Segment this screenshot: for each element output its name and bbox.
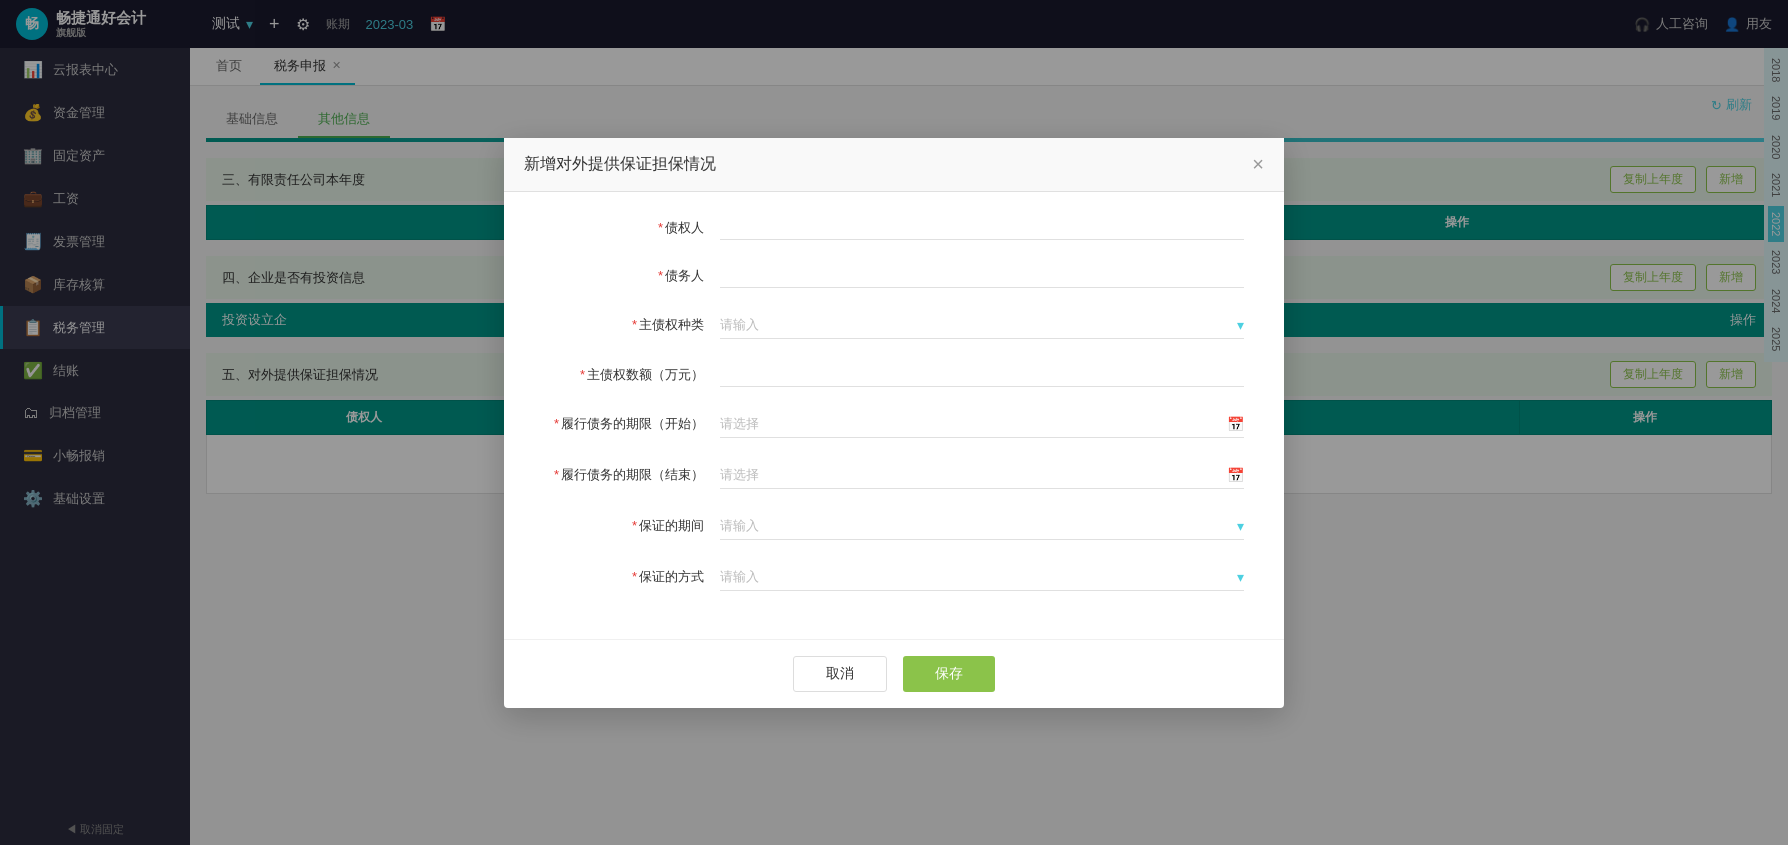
form-row-debt-amount: *主债权数额（万元） — [544, 363, 1244, 387]
creditor-label: *债权人 — [544, 219, 704, 237]
guarantee-period-label: *保证的期间 — [544, 517, 704, 535]
period-start-picker[interactable]: 请选择 📅 — [720, 411, 1244, 438]
period-start-placeholder: 请选择 — [720, 415, 759, 433]
debt-type-select[interactable]: 请输入 ▾ — [720, 312, 1244, 339]
guarantee-method-placeholder: 请输入 — [720, 568, 759, 586]
form-row-debtor: *债务人 — [544, 264, 1244, 288]
modal-overlay: 新增对外提供保证担保情况 × *债权人 *债务人 *主债权种类 — [0, 0, 1788, 845]
guarantee-method-select[interactable]: 请输入 ▾ — [720, 564, 1244, 591]
modal-title: 新增对外提供保证担保情况 — [524, 154, 716, 175]
form-row-guarantee-method: *保证的方式 请输入 ▾ — [544, 564, 1244, 591]
guarantee-period-placeholder: 请输入 — [720, 517, 759, 535]
modal-header: 新增对外提供保证担保情况 × — [504, 138, 1284, 192]
period-end-placeholder: 请选择 — [720, 466, 759, 484]
debtor-input[interactable] — [720, 264, 1244, 288]
period-end-picker[interactable]: 请选择 📅 — [720, 462, 1244, 489]
creditor-input[interactable] — [720, 216, 1244, 240]
chevron-down-icon: ▾ — [1237, 518, 1244, 534]
form-row-guarantee-period: *保证的期间 请输入 ▾ — [544, 513, 1244, 540]
period-end-label: *履行债务的期限（结束） — [544, 466, 704, 484]
chevron-down-icon: ▾ — [1237, 317, 1244, 333]
debt-amount-label: *主债权数额（万元） — [544, 366, 704, 384]
modal-close-btn[interactable]: × — [1252, 154, 1264, 174]
debt-type-placeholder: 请输入 — [720, 316, 759, 334]
guarantee-method-label: *保证的方式 — [544, 568, 704, 586]
chevron-down-icon: ▾ — [1237, 569, 1244, 585]
form-row-period-start: *履行债务的期限（开始） 请选择 📅 — [544, 411, 1244, 438]
modal-add-guarantee: 新增对外提供保证担保情况 × *债权人 *债务人 *主债权种类 — [504, 138, 1284, 708]
debtor-label: *债务人 — [544, 267, 704, 285]
form-row-debt-type: *主债权种类 请输入 ▾ — [544, 312, 1244, 339]
save-button[interactable]: 保存 — [903, 656, 995, 692]
debt-type-label: *主债权种类 — [544, 316, 704, 334]
modal-body: *债权人 *债务人 *主债权种类 请输入 ▾ — [504, 192, 1284, 639]
calendar-icon: 📅 — [1227, 467, 1244, 483]
form-row-creditor: *债权人 — [544, 216, 1244, 240]
debt-amount-input[interactable] — [720, 363, 1244, 387]
cancel-button[interactable]: 取消 — [793, 656, 887, 692]
form-row-period-end: *履行债务的期限（结束） 请选择 📅 — [544, 462, 1244, 489]
modal-footer: 取消 保存 — [504, 639, 1284, 708]
period-start-label: *履行债务的期限（开始） — [544, 415, 704, 433]
calendar-icon: 📅 — [1227, 416, 1244, 432]
guarantee-period-select[interactable]: 请输入 ▾ — [720, 513, 1244, 540]
